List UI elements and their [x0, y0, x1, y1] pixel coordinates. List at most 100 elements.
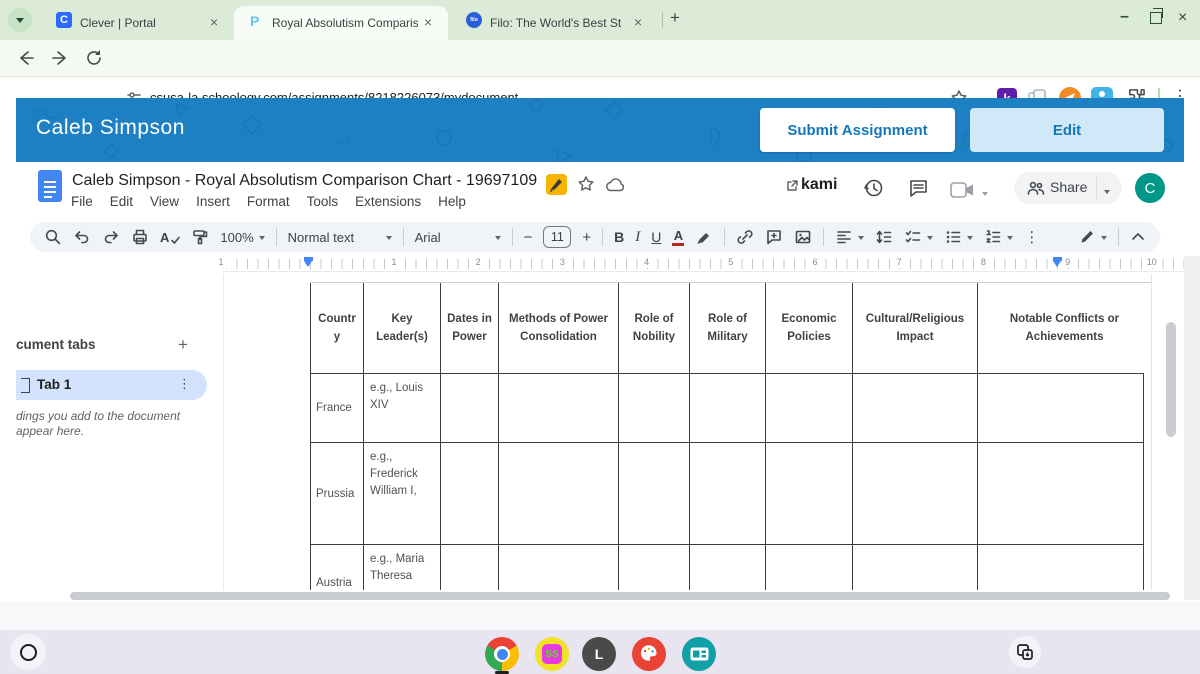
empty-cell[interactable] [689, 443, 765, 544]
meet-caret-icon[interactable] [982, 192, 988, 199]
meet-video-icon[interactable] [950, 182, 974, 198]
left-indent-marker[interactable] [304, 261, 312, 271]
font-size-input[interactable]: 11 [543, 226, 572, 248]
empty-cell[interactable] [852, 443, 977, 544]
checklist-select[interactable] [904, 228, 934, 246]
tab-options-icon[interactable]: ⋮ [178, 376, 191, 392]
country-cell[interactable]: France [310, 374, 363, 442]
empty-cell[interactable] [498, 374, 618, 442]
tab-search-button[interactable] [8, 8, 32, 32]
font-select[interactable]: Arial [415, 230, 501, 245]
star-document-icon[interactable] [577, 175, 595, 193]
italic-button[interactable]: I [635, 229, 640, 246]
align-select[interactable] [835, 228, 865, 246]
empty-cell[interactable] [689, 374, 765, 442]
empty-cell[interactable] [765, 443, 852, 544]
country-cell[interactable]: Austria [310, 545, 363, 590]
ruler[interactable] [223, 259, 1184, 269]
share-button[interactable]: Share [1014, 172, 1122, 204]
browser-tab-royal-absolutism[interactable]: P Royal Absolutism Comparison × [234, 6, 448, 40]
l-app-icon[interactable]: L [582, 637, 616, 671]
table-header-cell[interactable]: Economic Policies [765, 283, 852, 373]
zoom-select[interactable]: 100% [220, 230, 265, 245]
table-header-cell[interactable]: Methods of Power Consolidation [498, 283, 618, 373]
browser-tab-filo[interactable]: filo Filo: The World's Best Study He × [452, 6, 660, 40]
empty-cell[interactable] [618, 443, 689, 544]
menu-item[interactable]: Insert [196, 194, 230, 209]
document-title[interactable]: Caleb Simpson - Royal Absolutism Compari… [72, 172, 537, 190]
table-header-cell[interactable]: Role of Nobility [618, 283, 689, 373]
empty-cell[interactable] [440, 443, 498, 544]
right-indent-bar[interactable] [1053, 257, 1062, 261]
insert-image-icon[interactable] [794, 228, 812, 246]
spell-check-icon[interactable]: A [160, 229, 181, 245]
new-tab-button[interactable]: + [670, 8, 680, 28]
comments-icon[interactable] [908, 178, 929, 199]
table-header-cell[interactable]: Role of Military [689, 283, 765, 373]
ss-app-icon[interactable]: SS [535, 637, 569, 671]
forward-icon[interactable] [50, 48, 70, 68]
redo-icon[interactable] [102, 228, 120, 246]
edit-button[interactable]: Edit [970, 108, 1164, 152]
hide-menus-icon[interactable] [1130, 229, 1146, 245]
minimize-button[interactable]: – [1120, 8, 1129, 26]
version-history-icon[interactable] [863, 177, 885, 199]
account-avatar[interactable]: C [1135, 173, 1165, 203]
screen-capture-button[interactable] [1009, 636, 1041, 668]
close-window-button[interactable]: × [1178, 9, 1187, 27]
add-tab-button[interactable]: + [178, 335, 188, 355]
line-spacing-icon[interactable] [875, 228, 893, 246]
menu-item[interactable]: File [71, 194, 93, 209]
underline-button[interactable]: U [651, 229, 661, 245]
more-options-icon[interactable]: ⋮ [1024, 228, 1039, 246]
numbered-list-select[interactable] [984, 228, 1014, 246]
empty-cell[interactable] [498, 545, 618, 590]
docs-scroll-track[interactable] [1184, 256, 1200, 600]
menu-item[interactable]: Edit [110, 194, 133, 209]
menu-item[interactable]: Extensions [355, 194, 421, 209]
table-header-cell[interactable]: Country [310, 283, 363, 373]
highlight-color-icon[interactable] [695, 228, 713, 246]
chrome-app-icon[interactable] [485, 637, 519, 671]
launcher-button[interactable] [10, 634, 46, 670]
table-header-cell[interactable]: Key Leader(s) [363, 283, 440, 373]
empty-cell[interactable] [765, 374, 852, 442]
vertical-scrollbar[interactable] [1166, 322, 1176, 437]
empty-cell[interactable] [977, 374, 1144, 442]
decrease-font-button[interactable]: − [524, 229, 533, 246]
leader-cell[interactable]: e.g., Maria Theresa [363, 545, 440, 590]
paint-format-icon[interactable] [191, 228, 209, 246]
empty-cell[interactable] [618, 374, 689, 442]
table-header-cell[interactable]: Notable Conflicts or Achievements [977, 283, 1151, 373]
empty-cell[interactable] [852, 374, 977, 442]
restore-button[interactable] [1150, 8, 1163, 24]
country-cell[interactable]: Prussia [310, 443, 363, 544]
kami-badge-icon[interactable] [546, 174, 567, 195]
print-icon[interactable] [131, 228, 149, 246]
menu-item[interactable]: View [150, 194, 179, 209]
right-indent-marker[interactable] [1053, 261, 1061, 271]
doc-tab-1[interactable]: Tab 1 ⋮ [16, 370, 207, 400]
text-color-button[interactable]: A [672, 229, 685, 246]
leader-cell[interactable]: e.g., Frederick William I, [363, 443, 440, 544]
insert-link-icon[interactable] [736, 228, 754, 246]
submit-assignment-button[interactable]: Submit Assignment [760, 108, 955, 152]
cloud-status-icon[interactable] [605, 176, 627, 194]
empty-cell[interactable] [440, 374, 498, 442]
empty-cell[interactable] [765, 545, 852, 590]
empty-cell[interactable] [689, 545, 765, 590]
horizontal-scrollbar[interactable] [70, 592, 1170, 600]
news-app-icon[interactable] [682, 637, 716, 671]
close-tab-icon[interactable]: × [634, 15, 642, 29]
empty-cell[interactable] [498, 443, 618, 544]
canvas-app-icon[interactable] [632, 637, 666, 671]
empty-cell[interactable] [440, 545, 498, 590]
close-tab-icon[interactable]: × [424, 15, 432, 29]
undo-icon[interactable] [73, 228, 91, 246]
kami-link[interactable]: kami [801, 176, 837, 194]
indent-marker-bar[interactable] [304, 257, 313, 261]
menu-item[interactable]: Help [438, 194, 466, 209]
add-comment-icon[interactable] [765, 228, 783, 246]
editing-mode-select[interactable] [1078, 228, 1107, 246]
empty-cell[interactable] [852, 545, 977, 590]
